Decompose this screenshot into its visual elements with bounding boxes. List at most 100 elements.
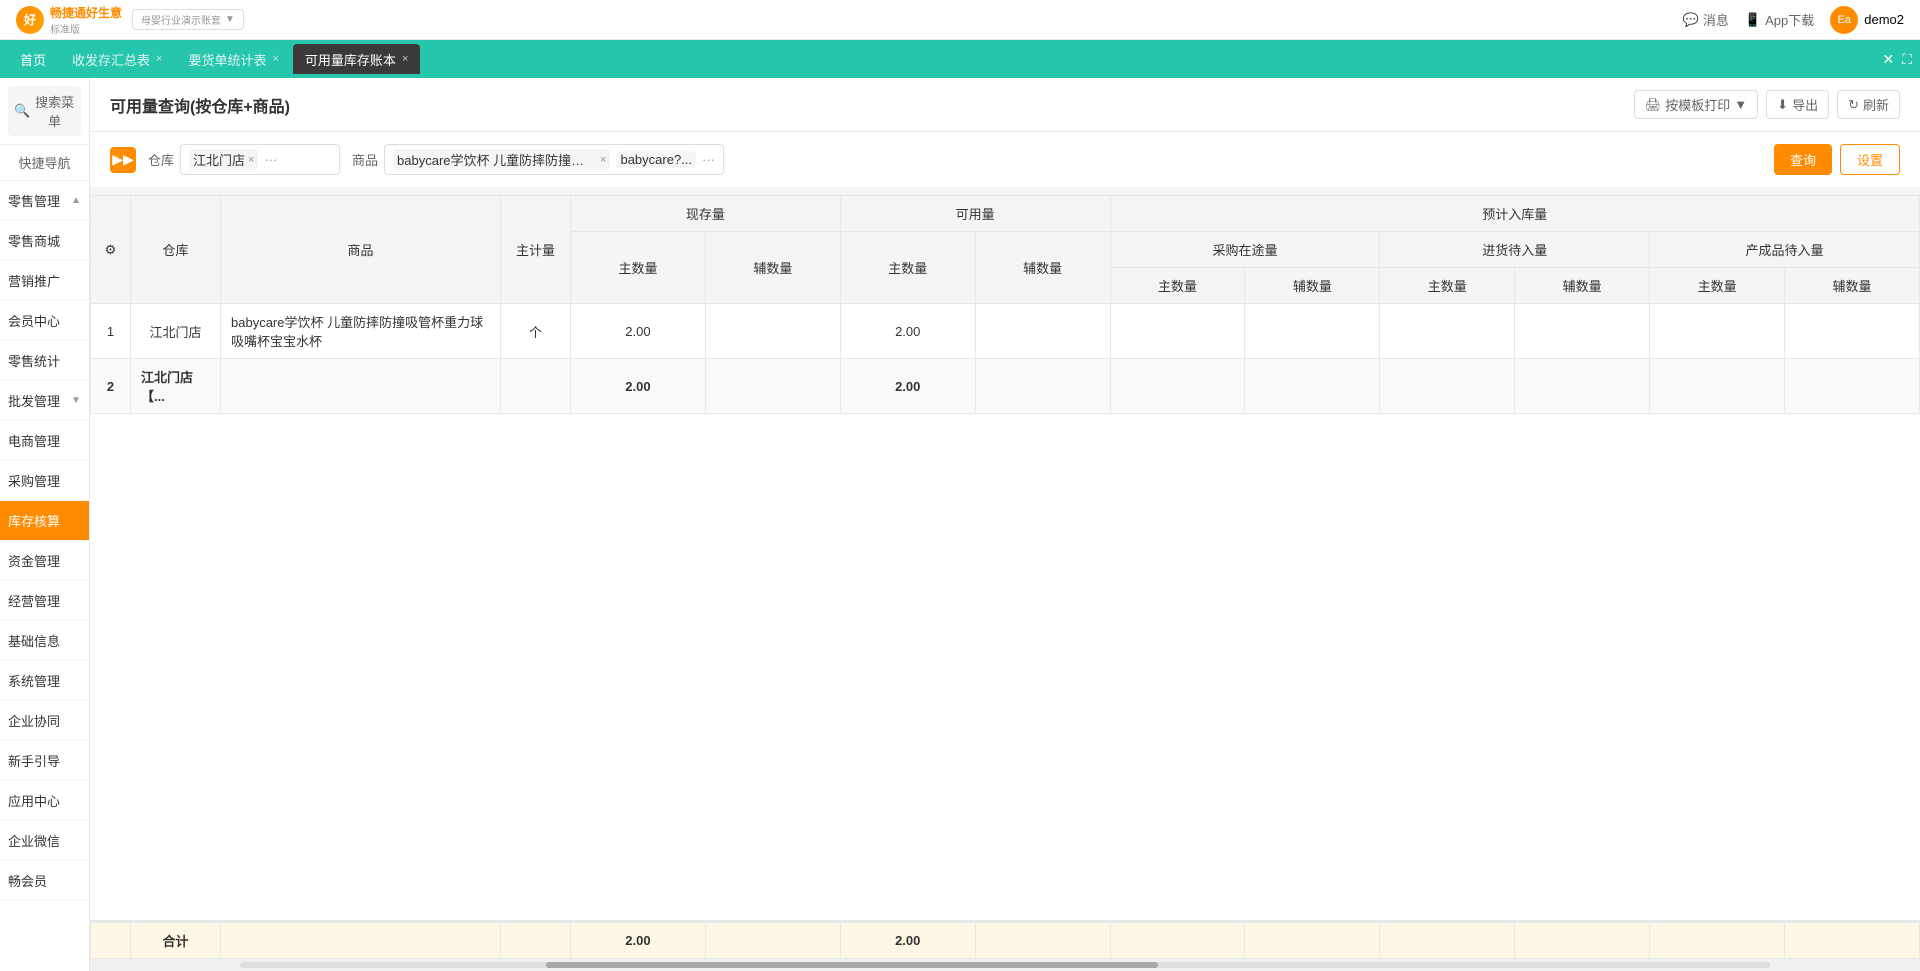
search-menu-btn[interactable]: 🔍 搜索菜单 [8, 86, 81, 136]
expand-icon[interactable]: ⛶ [1902, 51, 1912, 68]
row2-purchase-aux [1245, 359, 1380, 414]
tab-close-2[interactable]: × [272, 53, 278, 65]
sidebar-item-apps[interactable]: 应用中心 [0, 781, 89, 821]
sidebar-label-apps: 应用中心 [8, 791, 60, 810]
refresh-icon: ↻ [1848, 97, 1859, 113]
product-tag-1: babycare学饮杯 儿童防摔防撞吸管杯重力球吸嘴杯宝宝水杯 × [393, 149, 610, 170]
top-bar-left: 好 畅捷通好生意 标准版 母婴行业演示账套 ▼ [16, 4, 244, 36]
filter-area: ▶▶ 仓库 江北门店 × ··· 商品 babycare学饮杯 儿童防摔防撞吸管… [90, 132, 1920, 187]
warehouse-tag-remove[interactable]: × [248, 154, 254, 166]
nav-actions: ✕ ⛶ [1882, 51, 1912, 68]
sidebar-item-retail-mgmt[interactable]: 零售管理 ▲ [0, 181, 89, 221]
sidebar-item-retail-mall[interactable]: 零售商城 [0, 221, 89, 261]
row1-seq: 1 [91, 304, 131, 359]
footer-empty-1 [91, 923, 131, 959]
tab-available-stock[interactable]: 可用量库存账本 × [293, 44, 420, 74]
col-stock-group-header: 现存量 [571, 196, 841, 232]
quick-nav-btn[interactable]: 快捷导航 [0, 145, 89, 181]
filter-toggle-btn[interactable]: ▶▶ [110, 147, 136, 173]
col-purchase-group-header: 采购在途量 [1110, 232, 1380, 268]
sidebar-item-newbie[interactable]: 新手引导 [0, 741, 89, 781]
store-name: 母婴行业演示账套 [141, 12, 221, 27]
sidebar-item-changhui[interactable]: 畅会员 [0, 861, 89, 901]
product-tag1-text: babycare学饮杯 儿童防摔防撞吸管杯重力球吸嘴杯宝宝水杯 [397, 150, 597, 169]
quick-nav-label: 快捷导航 [18, 156, 70, 171]
sidebar-item-inventory[interactable]: 库存核算 [0, 501, 89, 541]
row2-avail-main: 2.00 [840, 359, 975, 414]
tab-available-label: 可用量库存账本 [305, 50, 396, 69]
refresh-btn[interactable]: ↻ 刷新 [1837, 90, 1900, 119]
row1-purchase-aux [1245, 304, 1380, 359]
tab-close-1[interactable]: × [156, 53, 162, 65]
product-filter-input[interactable]: babycare学饮杯 儿童防摔防撞吸管杯重力球吸嘴杯宝宝水杯 × babyca… [384, 144, 724, 175]
sidebar-label-ecommerce: 电商管理 [8, 431, 60, 450]
store-selector[interactable]: 母婴行业演示账套 ▼ [132, 9, 244, 30]
sidebar-item-ecommerce[interactable]: 电商管理 [0, 421, 89, 461]
query-btn[interactable]: 查询 [1774, 144, 1832, 175]
sidebar-label-wholesale: 批发管理 [8, 391, 60, 410]
col-stock-main-header: 主数量 [571, 232, 706, 304]
footer-product-main [1650, 923, 1785, 959]
sidebar-item-purchase[interactable]: 采购管理 [0, 461, 89, 501]
tab-order-stats[interactable]: 要货单统计表 × [176, 44, 290, 74]
tab-home[interactable]: 首页 [8, 44, 58, 74]
sidebar-label-marketing: 营销推广 [8, 271, 60, 290]
sidebar-item-members[interactable]: 会员中心 [0, 301, 89, 341]
sidebar-item-operations[interactable]: 经营管理 [0, 581, 89, 621]
col-avail-aux-header: 辅数量 [975, 232, 1110, 304]
footer-label: 合计 [131, 923, 221, 959]
export-btn[interactable]: ⬇ 导出 [1766, 90, 1829, 119]
row2-product [221, 359, 501, 414]
tab-receive-summary[interactable]: 收发存汇总表 × [60, 44, 174, 74]
row2-unit [501, 359, 571, 414]
col-settings-header[interactable]: ⚙ [91, 196, 131, 304]
export-label: 导出 [1792, 95, 1818, 114]
col-avail-main-header: 主数量 [840, 232, 975, 304]
scrollbar-thumb[interactable] [546, 962, 1158, 968]
product-more-btn[interactable]: ··· [702, 152, 715, 167]
top-bar-right: 💬 消息 📱 App下载 Ea demo2 [1683, 6, 1904, 34]
col-unit-header: 主计量 [501, 196, 571, 304]
app-download-label: App下载 [1765, 10, 1814, 29]
footer-incoming-aux [1515, 923, 1650, 959]
col-stock-aux-header: 辅数量 [705, 232, 840, 304]
sidebar-item-system[interactable]: 系统管理 [0, 661, 89, 701]
table-row: 1 江北门店 babycare学饮杯 儿童防摔防撞吸管杯重力球吸嘴杯宝宝水杯 个… [91, 304, 1920, 359]
horizontal-scrollbar[interactable] [90, 959, 1920, 971]
warehouse-tag-text: 江北门店 [193, 150, 245, 169]
footer-empty-2 [221, 923, 501, 959]
sidebar-item-basics[interactable]: 基础信息 [0, 621, 89, 661]
sidebar-label-system: 系统管理 [8, 671, 60, 690]
table-container: ⚙ 仓库 商品 主计量 现存量 可用量 预计入库量 主数量 辅数量 主数量 辅数… [90, 195, 1920, 920]
footer-incoming-main [1380, 923, 1515, 959]
message-btn[interactable]: 💬 消息 [1683, 10, 1729, 29]
sidebar-item-marketing[interactable]: 营销推广 [0, 261, 89, 301]
row1-incoming-main [1380, 304, 1515, 359]
col-purchase-main-header: 主数量 [1110, 268, 1245, 304]
filter-actions: 查询 设置 [1774, 144, 1900, 175]
app-download-btn[interactable]: 📱 App下载 [1745, 10, 1814, 29]
sidebar-item-wecom[interactable]: 企业微信 [0, 821, 89, 861]
row1-stock-main: 2.00 [571, 304, 706, 359]
sidebar-item-retail-stats[interactable]: 零售统计 [0, 341, 89, 381]
sidebar-item-finance[interactable]: 资金管理 [0, 541, 89, 581]
warehouse-filter-input[interactable]: 江北门店 × ··· [180, 144, 340, 175]
logo-icon: 好 [16, 6, 44, 34]
row1-avail-main: 2.00 [840, 304, 975, 359]
page-title: 可用量查询(按仓库+商品) [110, 93, 290, 129]
sidebar-item-wholesale[interactable]: 批发管理 ▼ [0, 381, 89, 421]
warehouse-filter-group: 仓库 江北门店 × ··· [148, 144, 340, 175]
tab-close-3[interactable]: × [402, 53, 408, 65]
sidebar-item-enterprise[interactable]: 企业协同 [0, 701, 89, 741]
product-tag1-remove[interactable]: × [600, 154, 606, 166]
settings-btn[interactable]: 设置 [1840, 144, 1900, 175]
sidebar-label-members: 会员中心 [8, 311, 60, 330]
search-label: 搜索菜单 [34, 92, 75, 130]
table-footer: 合计 2.00 2.00 [90, 920, 1920, 971]
refresh-label: 刷新 [1863, 95, 1889, 114]
print-btn[interactable]: 🖨 按模板打印 ▼ [1634, 90, 1758, 119]
row2-warehouse: 江北门店【... [131, 359, 221, 414]
warehouse-more-btn[interactable]: ··· [264, 152, 277, 167]
user-area[interactable]: Ea demo2 [1830, 6, 1904, 34]
close-all-icon[interactable]: ✕ [1882, 51, 1894, 68]
